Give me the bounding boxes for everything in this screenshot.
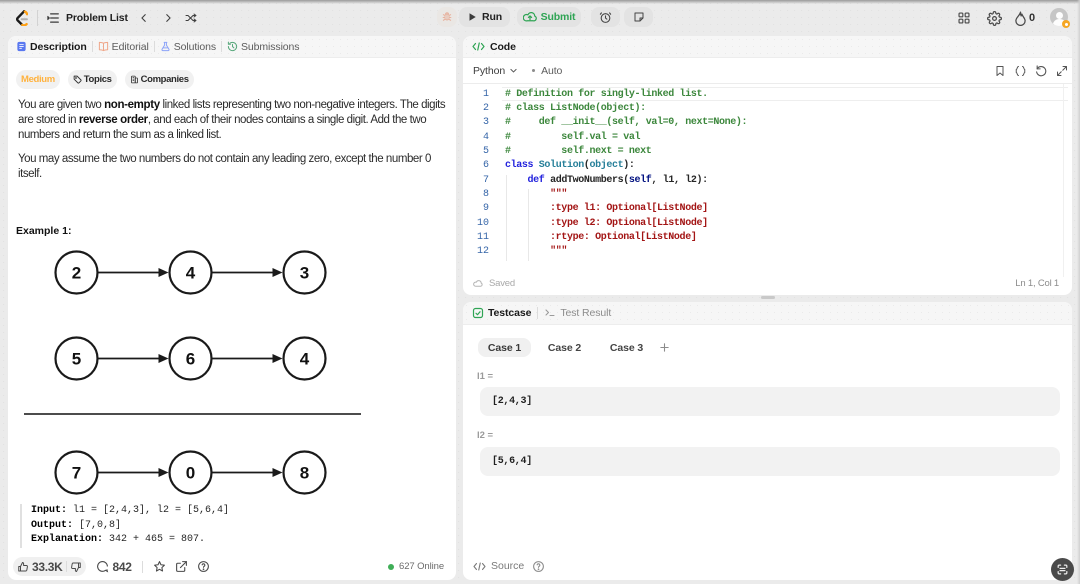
svg-text:4: 4	[186, 264, 196, 283]
svg-text:3: 3	[300, 264, 309, 283]
svg-text:8: 8	[300, 464, 309, 483]
svg-text:2: 2	[72, 264, 81, 283]
svg-text:5: 5	[72, 350, 81, 369]
svg-text:7: 7	[72, 464, 81, 483]
svg-text:6: 6	[186, 350, 195, 369]
svg-text:0: 0	[186, 464, 195, 483]
svg-text:4: 4	[300, 350, 310, 369]
